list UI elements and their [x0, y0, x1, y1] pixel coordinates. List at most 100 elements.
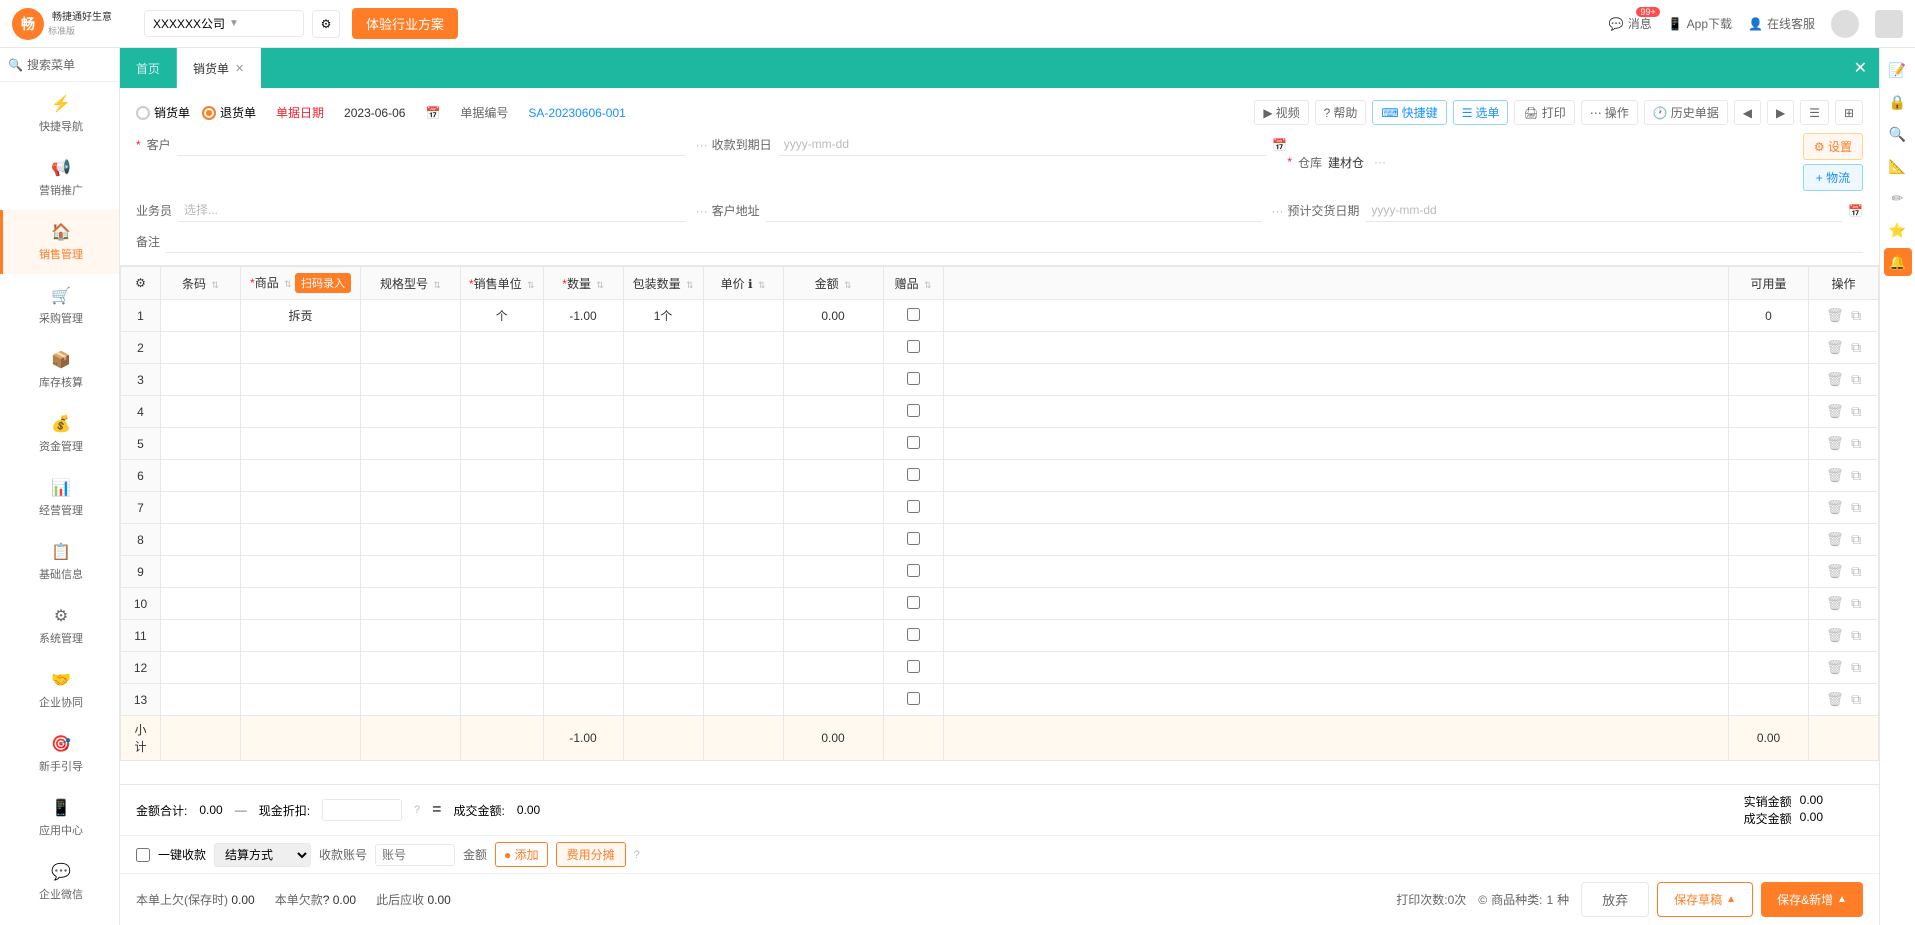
sidebar-item-sales[interactable]: 🏠 销售管理 — [0, 210, 119, 274]
row-price-1[interactable] — [703, 332, 783, 364]
row-unit-10[interactable] — [461, 620, 544, 652]
sidebar-item-apps[interactable]: 📱 应用中心 — [0, 786, 119, 850]
user-menu-button[interactable] — [1875, 10, 1903, 38]
row-spec-0[interactable] — [361, 300, 461, 332]
row-barcode-0[interactable] — [161, 300, 241, 332]
row-pkg-3[interactable] — [623, 396, 703, 428]
row-barcode-7[interactable] — [161, 524, 241, 556]
row-unit-12[interactable] — [461, 684, 544, 716]
row-spec-8[interactable] — [361, 556, 461, 588]
copy-icon-7[interactable]: ⧉ — [1851, 531, 1861, 547]
save-draft-button[interactable]: 保存草稿 ▲ — [1657, 882, 1753, 917]
right-panel-lock[interactable]: 🔒 — [1884, 88, 1912, 116]
delete-icon-8[interactable]: 🗑 — [1826, 563, 1844, 579]
row-gift-11[interactable] — [883, 652, 943, 684]
row-spec-3[interactable] — [361, 396, 461, 428]
add-payment-button[interactable]: ● 添加 — [495, 842, 548, 867]
row-unit-5[interactable] — [461, 460, 544, 492]
delete-icon-7[interactable]: 🗑 — [1826, 531, 1844, 547]
message-button[interactable]: 💬 消息 99+ — [1609, 15, 1652, 32]
tab-home[interactable]: 首页 — [120, 48, 177, 88]
row-qty-0[interactable]: -1.00 — [543, 300, 623, 332]
sidebar-item-system[interactable]: ⚙ 系统管理 — [0, 594, 119, 658]
print-button[interactable]: 🖨 打印 — [1514, 100, 1574, 125]
row-amount-10[interactable] — [783, 620, 883, 652]
row-gift-2[interactable] — [883, 364, 943, 396]
copy-icon-3[interactable]: ⧉ — [1851, 403, 1861, 419]
delete-icon-10[interactable]: 🗑 — [1826, 627, 1844, 643]
sidebar-item-marketing[interactable]: 📢 营销推广 — [0, 146, 119, 210]
row-product-3[interactable] — [241, 396, 361, 428]
sidebar-item-enterprise[interactable]: 🤝 企业协同 — [0, 658, 119, 722]
salesperson-picker-dots[interactable]: ··· — [692, 204, 712, 218]
row-pkg-5[interactable] — [623, 460, 703, 492]
row-product-7[interactable] — [241, 524, 361, 556]
row-amount-1[interactable] — [783, 332, 883, 364]
row-pkg-12[interactable] — [623, 684, 703, 716]
settlement-method-select[interactable]: 结算方式 — [214, 843, 311, 867]
logistics-button[interactable]: + 物流 — [1803, 164, 1863, 191]
right-panel-ruler[interactable]: 📐 — [1884, 152, 1912, 180]
row-spec-12[interactable] — [361, 684, 461, 716]
sidebar-item-finance[interactable]: 💰 资金管理 — [0, 402, 119, 466]
address-picker-dots[interactable]: ··· — [1267, 204, 1287, 218]
sidebar-item-inventory[interactable]: 📦 库存核算 — [0, 338, 119, 402]
prev-record-button[interactable]: ◀ — [1734, 100, 1761, 125]
row-pkg-8[interactable] — [623, 556, 703, 588]
row-product-6[interactable] — [241, 492, 361, 524]
row-price-0[interactable] — [703, 300, 783, 332]
copy-icon-0[interactable]: ⧉ — [1851, 307, 1861, 323]
delete-icon-4[interactable]: 🗑 — [1826, 435, 1844, 451]
abandon-button[interactable]: 放弃 — [1581, 882, 1649, 917]
row-pkg-0[interactable]: 1个 — [623, 300, 703, 332]
right-panel-orange[interactable]: 🔔 — [1884, 248, 1912, 276]
sidebar-search[interactable]: 🔍 搜索菜单 — [0, 48, 119, 82]
row-unit-7[interactable] — [461, 524, 544, 556]
sidebar-item-quick-nav[interactable]: ⚡ 快捷导航 — [0, 82, 119, 146]
row-spec-9[interactable] — [361, 588, 461, 620]
account-input[interactable] — [375, 844, 455, 866]
row-pkg-2[interactable] — [623, 364, 703, 396]
row-barcode-11[interactable] — [161, 652, 241, 684]
row-price-9[interactable] — [703, 588, 783, 620]
customer-picker-dots[interactable]: ··· — [692, 138, 712, 152]
next-record-button[interactable]: ▶ — [1767, 100, 1794, 125]
row-qty-8[interactable] — [543, 556, 623, 588]
delete-icon-6[interactable]: 🗑 — [1826, 499, 1844, 515]
row-product-9[interactable] — [241, 588, 361, 620]
row-product-11[interactable] — [241, 652, 361, 684]
expense-split-button[interactable]: 费用分摊 — [556, 842, 626, 867]
copy-icon-4[interactable]: ⧉ — [1851, 435, 1861, 451]
delete-icon-0[interactable]: 🗑 — [1826, 307, 1844, 323]
radio-return[interactable]: 退货单 — [202, 104, 256, 121]
row-qty-7[interactable] — [543, 524, 623, 556]
row-amount-6[interactable] — [783, 492, 883, 524]
row-price-4[interactable] — [703, 428, 783, 460]
history-button[interactable]: 🕐 历史单据 — [1644, 100, 1728, 125]
row-barcode-6[interactable] — [161, 492, 241, 524]
row-pkg-7[interactable] — [623, 524, 703, 556]
row-unit-6[interactable] — [461, 492, 544, 524]
delete-icon-5[interactable]: 🗑 — [1826, 467, 1844, 483]
row-price-10[interactable] — [703, 620, 783, 652]
trial-button[interactable]: 体验行业方案 — [352, 8, 458, 39]
salesperson-input[interactable] — [178, 199, 686, 222]
save-new-button[interactable]: 保存&新增 ▲ — [1761, 882, 1863, 917]
row-gift-5[interactable] — [883, 460, 943, 492]
sidebar-item-wechat[interactable]: 💬 企业微信 — [0, 850, 119, 914]
shortcut-button[interactable]: ⌨ 快捷键 — [1372, 100, 1446, 125]
row-amount-7[interactable] — [783, 524, 883, 556]
app-download-button[interactable]: 📱 App下载 — [1668, 15, 1732, 32]
row-amount-5[interactable] — [783, 460, 883, 492]
row-spec-6[interactable] — [361, 492, 461, 524]
row-product-0[interactable]: 拆贡 — [241, 300, 361, 332]
sidebar-item-basic[interactable]: 📋 基础信息 — [0, 530, 119, 594]
row-qty-9[interactable] — [543, 588, 623, 620]
view-list-button[interactable]: ☰ — [1800, 100, 1829, 125]
row-gift-10[interactable] — [883, 620, 943, 652]
warehouse-picker-dots[interactable]: ··· — [1370, 155, 1390, 169]
row-gift-4[interactable] — [883, 428, 943, 460]
row-qty-12[interactable] — [543, 684, 623, 716]
copy-icon-9[interactable]: ⧉ — [1851, 595, 1861, 611]
row-qty-4[interactable] — [543, 428, 623, 460]
